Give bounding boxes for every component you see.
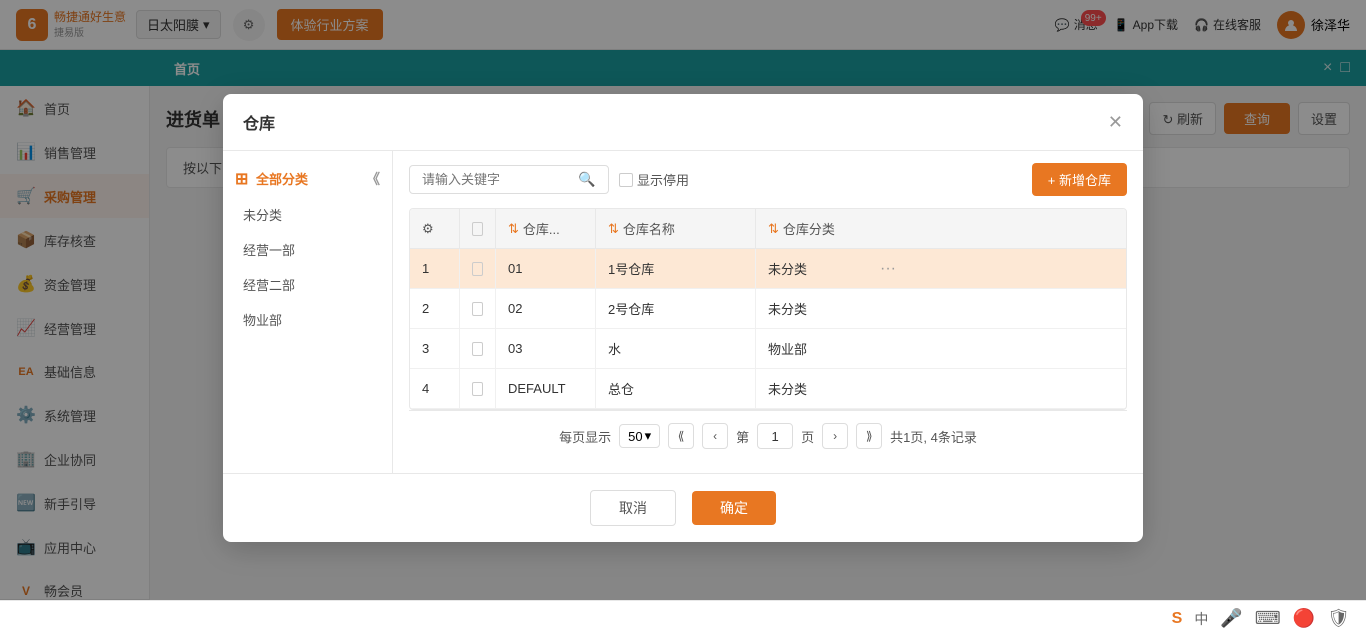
category-item-ops2[interactable]: 经营二部: [223, 267, 392, 302]
confirm-button[interactable]: 确定: [692, 491, 776, 525]
row-name: 2号仓库: [596, 289, 756, 328]
category-header-label: 全部分类: [256, 172, 308, 187]
cancel-button[interactable]: 取消: [590, 490, 676, 526]
modal-title: 仓库: [243, 110, 275, 134]
search-input-wrap: 🔍: [409, 165, 609, 194]
page-label: 第: [736, 427, 749, 446]
mic-icon[interactable]: 🎤: [1220, 608, 1242, 629]
row-num: 2: [410, 289, 460, 328]
row-category: 物业部: [756, 329, 916, 368]
row-code: 03: [496, 329, 596, 368]
row-code: 02: [496, 289, 596, 328]
taskbar-icon3[interactable]: 🔴: [1293, 608, 1315, 629]
dropdown-icon: ▾: [645, 428, 652, 444]
per-page-select[interactable]: 50 ▾: [619, 424, 660, 448]
row-num: 4: [410, 369, 460, 408]
page-input[interactable]: [757, 423, 793, 449]
row-name: 水: [596, 329, 756, 368]
row-category: 未分类: [756, 289, 916, 328]
last-page-button[interactable]: ⟫: [856, 423, 882, 449]
grid-icon: ⊞: [235, 171, 248, 188]
show-disabled-option[interactable]: 显示停用: [619, 170, 689, 189]
search-icon[interactable]: 🔍: [578, 171, 595, 188]
row-category: 未分类: [756, 369, 916, 408]
first-page-button[interactable]: ⟪: [668, 423, 694, 449]
next-page-button[interactable]: ›: [822, 423, 848, 449]
col-category: ⇅ 仓库分类: [756, 209, 916, 248]
taskbar: S 中 🎤 ⌨ 🔴 🛡: [0, 600, 1366, 636]
row-name: 总仓: [596, 369, 756, 408]
sort-icon-name: ⇅: [608, 221, 619, 237]
row-checkbox[interactable]: [472, 342, 483, 356]
row-code: 01: [496, 249, 596, 288]
category-panel: ⊞ 全部分类 《 未分类 经营一部 经营二部 物业部: [223, 151, 393, 473]
category-item-property[interactable]: 物业部: [223, 302, 392, 337]
prev-page-button[interactable]: ‹: [702, 423, 728, 449]
row-check[interactable]: [460, 329, 496, 368]
row-checkbox[interactable]: [472, 302, 483, 316]
category-header[interactable]: ⊞ 全部分类 《: [223, 161, 392, 197]
row-num: 3: [410, 329, 460, 368]
page-unit: 页: [801, 427, 814, 446]
modal-close-button[interactable]: ✕: [1108, 112, 1123, 133]
show-disabled-checkbox[interactable]: [619, 173, 633, 187]
col-checkbox: [460, 209, 496, 248]
modal-body: ⊞ 全部分类 《 未分类 经营一部 经营二部 物业部 🔍: [223, 151, 1143, 473]
per-page-label: 每页显示: [559, 427, 611, 446]
col-name: ⇅ 仓库名称: [596, 209, 756, 248]
modal-footer: 取消 确定: [223, 473, 1143, 542]
more-options-button[interactable]: ···: [872, 260, 904, 278]
shield-icon[interactable]: 🛡: [1327, 608, 1350, 629]
total-info: 共1页, 4条记录: [890, 427, 977, 446]
category-item-unclassified[interactable]: 未分类: [223, 197, 392, 232]
table-row[interactable]: 1 01 1号仓库 未分类 ···: [410, 249, 1126, 289]
row-category: 未分类 ···: [756, 249, 916, 288]
warehouse-modal: 仓库 ✕ ⊞ 全部分类 《 未分类 经营一部 经营二部 物业部: [223, 94, 1143, 542]
col-code-label: 仓库...: [523, 219, 560, 238]
sort-icon: ⇅: [508, 221, 519, 237]
category-item-ops1[interactable]: 经营一部: [223, 232, 392, 267]
collapse-icon[interactable]: 《: [366, 169, 380, 189]
pagination: 每页显示 50 ▾ ⟪ ‹ 第 页 › ⟫ 共1页, 4条记录: [409, 410, 1127, 461]
col-code: ⇅ 仓库...: [496, 209, 596, 248]
table-row[interactable]: 4 DEFAULT 总仓 未分类: [410, 369, 1126, 409]
table-body: 1 01 1号仓库 未分类 ··· 2: [410, 249, 1126, 409]
keyboard-icon[interactable]: ⌨: [1255, 608, 1281, 629]
add-warehouse-button[interactable]: + 新增仓库: [1032, 163, 1127, 196]
warehouse-table: ⚙ ⇅ 仓库... ⇅ 仓库名称: [409, 208, 1127, 410]
row-check[interactable]: [460, 369, 496, 408]
settings-col-icon: ⚙: [422, 221, 434, 237]
table-row[interactable]: 2 02 2号仓库 未分类: [410, 289, 1126, 329]
select-all-checkbox[interactable]: [472, 222, 483, 236]
col-settings: ⚙: [410, 209, 460, 248]
col-category-label: 仓库分类: [783, 219, 835, 238]
row-checkbox[interactable]: [472, 382, 483, 396]
row-name: 1号仓库: [596, 249, 756, 288]
content-panel: 🔍 显示停用 + 新增仓库 ⚙: [393, 151, 1143, 473]
taskbar-zhong-icon: 中: [1194, 609, 1208, 629]
col-name-label: 仓库名称: [623, 219, 675, 238]
modal-overlay: 仓库 ✕ ⊞ 全部分类 《 未分类 经营一部 经营二部 物业部: [0, 0, 1366, 636]
table-row[interactable]: 3 03 水 物业部: [410, 329, 1126, 369]
row-check[interactable]: [460, 289, 496, 328]
per-page-value: 50: [628, 429, 642, 444]
show-disabled-label: 显示停用: [637, 170, 689, 189]
taskbar-s-icon: S: [1172, 610, 1183, 628]
sort-icon-cat: ⇅: [768, 221, 779, 237]
row-code: DEFAULT: [496, 369, 596, 408]
modal-header: 仓库 ✕: [223, 94, 1143, 151]
row-check[interactable]: [460, 249, 496, 288]
row-checkbox[interactable]: [472, 262, 483, 276]
search-input[interactable]: [418, 166, 578, 193]
table-header: ⚙ ⇅ 仓库... ⇅ 仓库名称: [410, 209, 1126, 249]
search-bar: 🔍 显示停用 + 新增仓库: [409, 163, 1127, 196]
row-num: 1: [410, 249, 460, 288]
